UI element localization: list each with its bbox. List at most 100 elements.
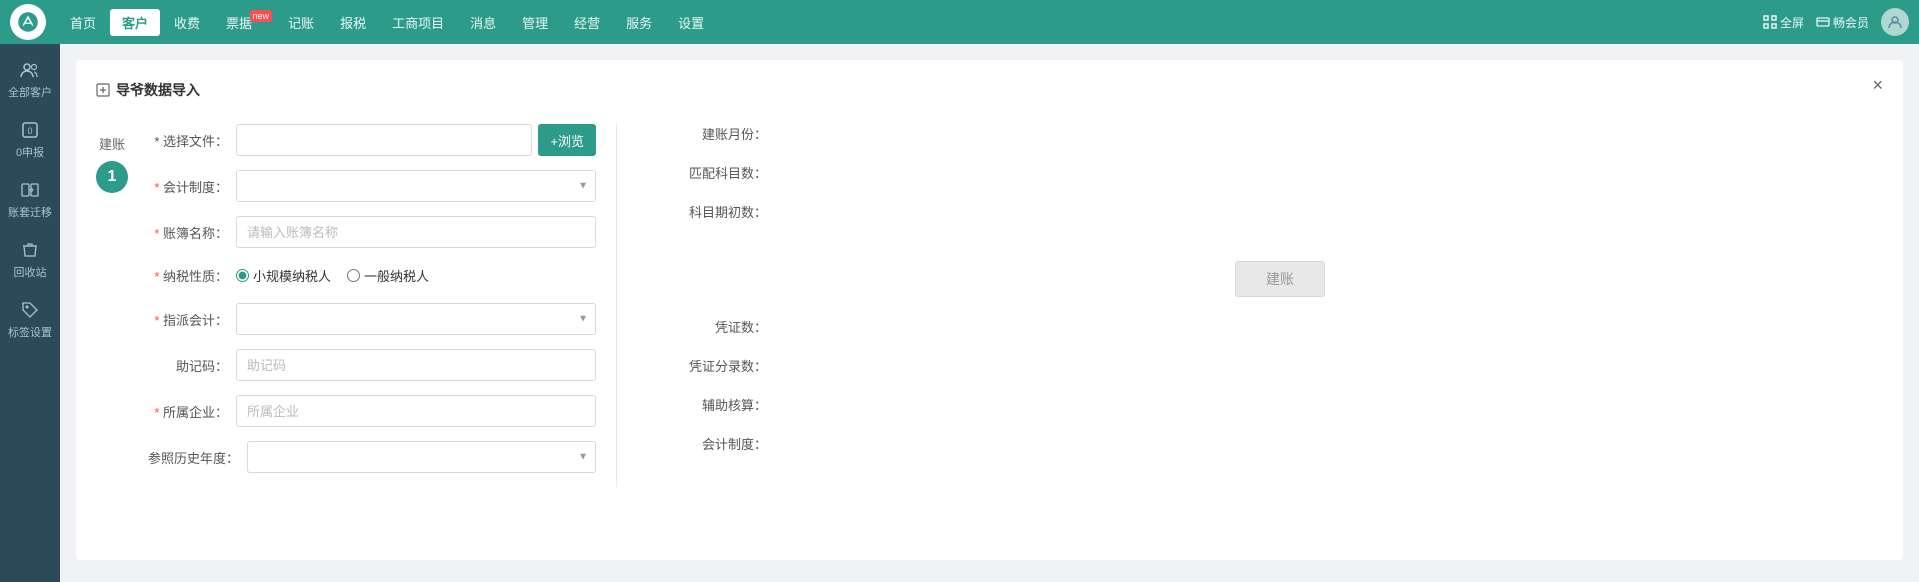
- avatar[interactable]: [1881, 8, 1909, 36]
- assign-accountant-select[interactable]: [236, 303, 596, 335]
- nav-item-accounting[interactable]: 记账: [276, 9, 326, 36]
- form-left: 建账 1 * 选择文件： +浏览: [96, 124, 596, 487]
- reference-year-label: 参照历史年度：: [148, 448, 239, 467]
- tax-type-radio-group: 小规模纳税人 一般纳税人: [236, 262, 596, 289]
- build-button[interactable]: 建账: [1235, 261, 1325, 297]
- import-icon: [96, 83, 110, 97]
- accounting-system-r-label: 会计制度：: [677, 434, 767, 453]
- nav-item-settings[interactable]: 设置: [666, 9, 716, 36]
- logo[interactable]: [10, 4, 46, 40]
- tax-general-label: 一般纳税人: [364, 266, 429, 285]
- assign-accountant-select-wrapper: ▼: [236, 303, 596, 335]
- select-file-label: * 选择文件：: [148, 131, 228, 150]
- new-badge: new: [250, 10, 273, 23]
- fullscreen-btn[interactable]: 全屏: [1763, 14, 1804, 31]
- initial-subjects-row: 科目期初数：: [677, 202, 1883, 221]
- migrate-icon: [20, 180, 40, 200]
- avatar-icon: [1887, 14, 1903, 30]
- step-section: 建账 1 * 选择文件： +浏览: [96, 124, 596, 487]
- tax-type-label: 纳税性质：: [148, 266, 228, 285]
- affiliated-company-input[interactable]: [236, 395, 596, 427]
- panel-title: 导爷数据导入: [96, 80, 1883, 100]
- zero-icon: 0: [20, 120, 40, 140]
- account-month-row: 建账月份：: [677, 124, 1883, 143]
- main-panel: 导爷数据导入 × 建账 1 * 选择文件：: [76, 60, 1903, 560]
- users-icon: [20, 60, 40, 80]
- file-input-group: +浏览: [236, 124, 596, 156]
- sidebar-item-zero-declare[interactable]: 0 0申报: [3, 112, 57, 168]
- nav-items: 首页 客户 收费 票据 new 记账 报税 工商项目 消息 管理 经营 服务 设…: [58, 9, 1763, 36]
- sidebar-item-label: 全部客户: [8, 84, 52, 100]
- accounting-system-select-wrapper: ▼: [236, 170, 596, 202]
- browse-button[interactable]: +浏览: [538, 124, 596, 156]
- reference-year-select-wrapper: ▼: [247, 441, 596, 473]
- nav-item-tax[interactable]: 报税: [328, 9, 378, 36]
- sidebar-item-label: 回收站: [14, 264, 47, 280]
- trash-icon: [20, 240, 40, 260]
- content-area: 导爷数据导入 × 建账 1 * 选择文件：: [60, 44, 1919, 582]
- nav-item-invoice[interactable]: 票据 new: [214, 9, 274, 36]
- close-button[interactable]: ×: [1872, 76, 1883, 94]
- top-nav: 首页 客户 收费 票据 new 记账 报税 工商项目 消息 管理 经营 服务 设…: [0, 0, 1919, 44]
- fullscreen-icon: [1763, 15, 1777, 29]
- form-fields: * 选择文件： +浏览 会计制度：: [148, 124, 596, 487]
- initial-subjects-label: 科目期初数：: [677, 202, 767, 221]
- form-wrapper: 建账 1 * 选择文件： +浏览: [96, 124, 1883, 487]
- assign-accountant-label: 指派会计：: [148, 310, 228, 329]
- nav-item-operation[interactable]: 经营: [562, 9, 612, 36]
- step-label: 建账: [99, 134, 125, 153]
- tax-small-radio[interactable]: [236, 269, 249, 282]
- ledger-name-input[interactable]: [236, 216, 596, 248]
- member-label: 畅会员: [1833, 14, 1869, 31]
- sidebar-item-label: 账套迁移: [8, 204, 52, 220]
- reference-year-select[interactable]: [247, 441, 596, 473]
- affiliated-company-label: 所属企业：: [148, 402, 228, 421]
- tax-general-option[interactable]: 一般纳税人: [347, 266, 429, 285]
- sidebar-item-tag-settings[interactable]: 标签设置: [3, 292, 57, 348]
- ledger-name-row: 账簿名称：: [148, 216, 596, 248]
- sidebar-item-label: 0申报: [16, 144, 44, 160]
- select-file-row: * 选择文件： +浏览: [148, 124, 596, 156]
- tag-icon: [20, 300, 40, 320]
- match-subjects-label: 匹配科目数：: [677, 163, 767, 182]
- sidebar-item-migrate[interactable]: 账套迁移: [3, 172, 57, 228]
- affiliated-company-row: 所属企业：: [148, 395, 596, 427]
- shortcode-label: 助记码：: [148, 356, 228, 375]
- assign-accountant-row: 指派会计： ▼: [148, 303, 596, 335]
- accounting-system-label: 会计制度：: [148, 177, 228, 196]
- ledger-name-label: 账簿名称：: [148, 223, 228, 242]
- tax-small-option[interactable]: 小规模纳税人: [236, 266, 331, 285]
- tax-general-radio[interactable]: [347, 269, 360, 282]
- voucher-count-label: 凭证数：: [677, 317, 767, 336]
- nav-item-home[interactable]: 首页: [58, 9, 108, 36]
- account-month-label: 建账月份：: [677, 124, 767, 143]
- nav-right: 全屏 畅会员: [1763, 8, 1909, 36]
- member-btn[interactable]: 畅会员: [1816, 14, 1869, 31]
- sidebar-item-all-clients[interactable]: 全部客户: [3, 52, 57, 108]
- tax-small-label: 小规模纳税人: [253, 266, 331, 285]
- auxiliary-label: 辅助核算：: [677, 395, 767, 414]
- accounting-system-select[interactable]: [236, 170, 596, 202]
- match-subjects-row: 匹配科目数：: [677, 163, 1883, 182]
- svg-text:0: 0: [27, 126, 32, 136]
- tax-type-row: 纳税性质： 小规模纳税人 一般纳税人: [148, 262, 596, 289]
- nav-item-service[interactable]: 服务: [614, 9, 664, 36]
- member-icon: [1816, 15, 1830, 29]
- step-badge: 建账 1: [96, 124, 128, 193]
- sidebar: 全部客户 0 0申报 账套迁移 回收站: [0, 44, 60, 582]
- nav-item-message[interactable]: 消息: [458, 9, 508, 36]
- form-right: 建账月份： 匹配科目数： 科目期初数： 建账: [637, 124, 1883, 487]
- fullscreen-label: 全屏: [1780, 14, 1804, 31]
- sidebar-item-trash[interactable]: 回收站: [3, 232, 57, 288]
- voucher-entries-label: 凭证分录数：: [677, 356, 767, 375]
- reference-year-row: 参照历史年度： ▼: [148, 441, 596, 473]
- shortcode-input[interactable]: [236, 349, 596, 381]
- nav-item-manage[interactable]: 管理: [510, 9, 560, 36]
- voucher-count-row: 凭证数：: [677, 317, 1883, 336]
- nav-item-fee[interactable]: 收费: [162, 9, 212, 36]
- shortcode-row: 助记码：: [148, 349, 596, 381]
- nav-item-business[interactable]: 工商项目: [380, 9, 456, 36]
- voucher-entries-row: 凭证分录数：: [677, 356, 1883, 375]
- nav-item-client[interactable]: 客户: [110, 9, 160, 36]
- file-input[interactable]: [236, 124, 532, 156]
